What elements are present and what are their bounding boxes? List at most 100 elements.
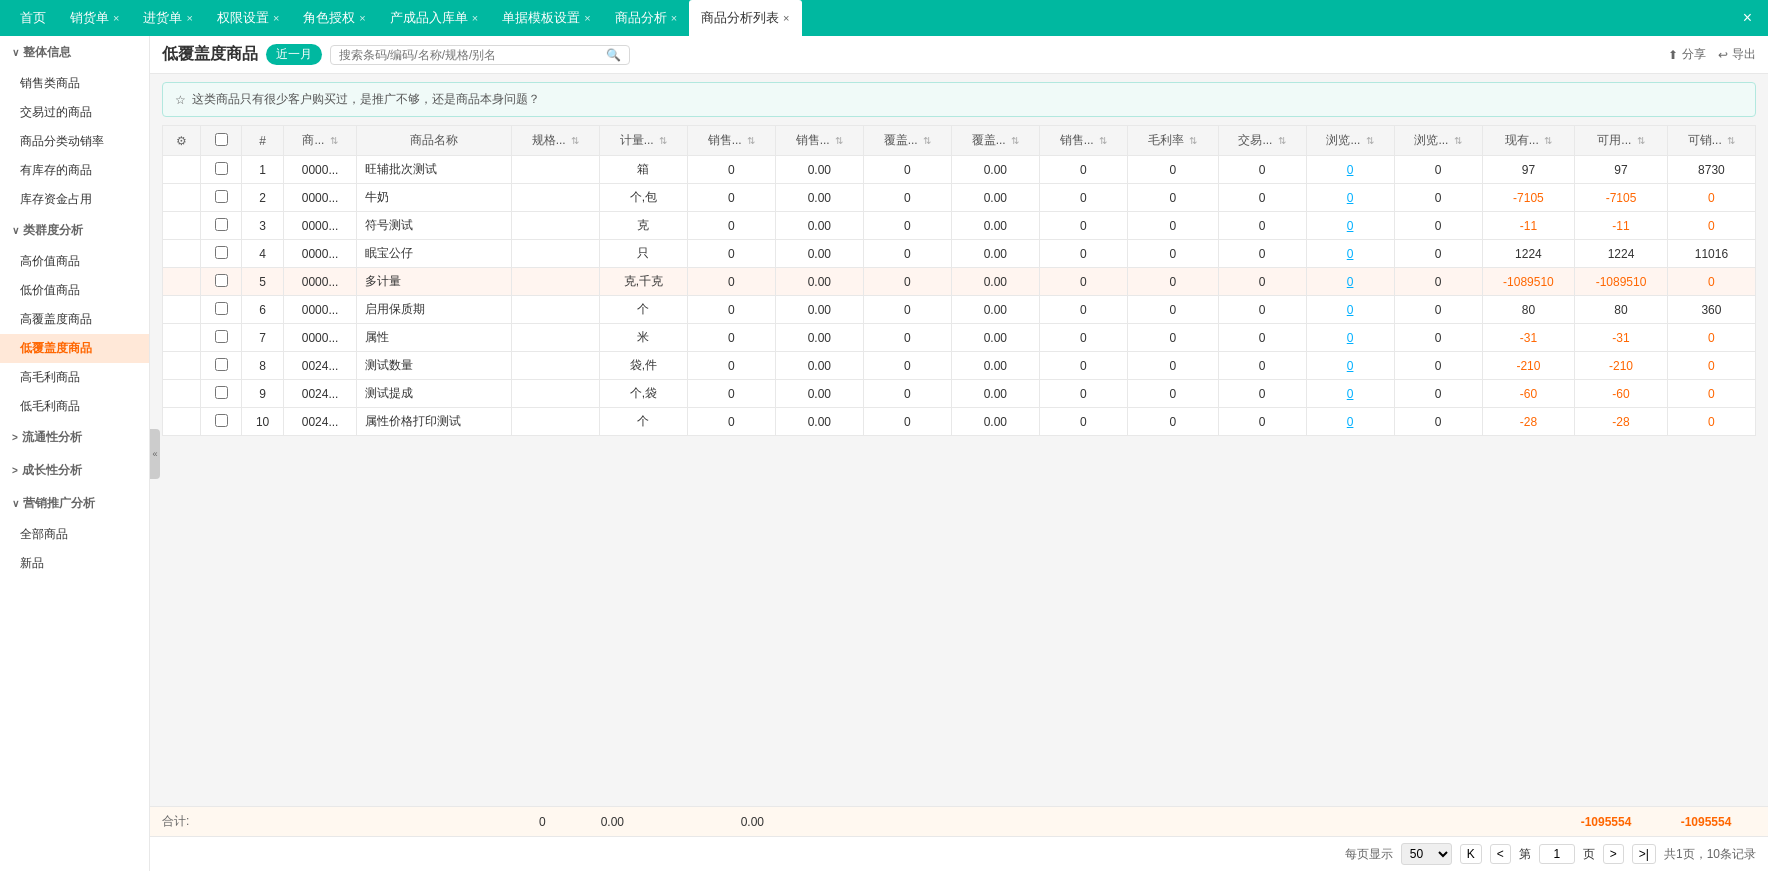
row-checkbox[interactable]	[201, 268, 242, 296]
sidebar-item-high-coverage[interactable]: 高覆盖度商品	[0, 305, 149, 334]
sidebar-item-new-goods[interactable]: 新品	[0, 549, 149, 578]
row-browse1[interactable]: 0	[1306, 408, 1394, 436]
nav-permissions[interactable]: 权限设置 ×	[205, 0, 291, 36]
row-checkbox[interactable]	[201, 156, 242, 184]
row-checkbox[interactable]	[201, 324, 242, 352]
close-tab-icon[interactable]: ×	[113, 0, 119, 36]
table-row[interactable]: 8 0024... 测试数量 袋,件 0 0.00 0 0.00 0 0 0 0…	[163, 352, 1756, 380]
sidebar-section-liquidity[interactable]: > 流通性分析	[0, 421, 149, 454]
row-checkbox[interactable]	[201, 380, 242, 408]
export-button[interactable]: ↩ 导出	[1718, 46, 1756, 63]
col-gear[interactable]: ⚙	[163, 126, 201, 156]
table-row[interactable]: 7 0000... 属性 米 0 0.00 0 0.00 0 0 0 0 0 -…	[163, 324, 1756, 352]
row-browse1[interactable]: 0	[1306, 156, 1394, 184]
sidebar-item-in-stock[interactable]: 有库存的商品	[0, 156, 149, 185]
row-spec	[511, 324, 599, 352]
row-browse1[interactable]: 0	[1306, 240, 1394, 268]
col-name[interactable]: 商品名称	[357, 126, 512, 156]
row-browse1[interactable]: 0	[1306, 212, 1394, 240]
nav-home[interactable]: 首页	[8, 0, 58, 36]
sidebar-item-low-profit[interactable]: 低毛利商品	[0, 392, 149, 421]
sidebar-item-low-coverage[interactable]: 低覆盖度商品	[0, 334, 149, 363]
search-input[interactable]	[339, 48, 602, 62]
nav-analysis-list[interactable]: 商品分析列表 ×	[689, 0, 801, 36]
row-no: 2	[242, 184, 284, 212]
sidebar-section-cluster[interactable]: ∨ 类群度分析	[0, 214, 149, 247]
table-row[interactable]: 9 0024... 测试提成 个,袋 0 0.00 0 0.00 0 0 0 0…	[163, 380, 1756, 408]
close-tab-icon[interactable]: ×	[186, 0, 192, 36]
row-browse1[interactable]: 0	[1306, 380, 1394, 408]
search-icon[interactable]: 🔍	[606, 48, 621, 62]
share-button[interactable]: ⬆ 分享	[1668, 46, 1706, 63]
col-spec[interactable]: 规格... ⇅	[511, 126, 599, 156]
col-sales2[interactable]: 销售... ⇅	[775, 126, 863, 156]
page-input[interactable]	[1539, 844, 1575, 864]
period-button[interactable]: 近一月	[266, 44, 322, 65]
table-row[interactable]: 4 0000... 眠宝公仔 只 0 0.00 0 0.00 0 0 0 0 0…	[163, 240, 1756, 268]
sidebar-item-low-value[interactable]: 低价值商品	[0, 276, 149, 305]
close-tab-icon[interactable]: ×	[783, 0, 789, 36]
nav-warehouse[interactable]: 产成品入库单 ×	[378, 0, 490, 36]
sidebar-item-sales-goods[interactable]: 销售类商品	[0, 69, 149, 98]
col-sellable[interactable]: 可销... ⇅	[1667, 126, 1755, 156]
col-sales3[interactable]: 销售... ⇅	[1039, 126, 1127, 156]
close-tab-icon[interactable]: ×	[472, 0, 478, 36]
next-page-button[interactable]: >	[1603, 844, 1624, 864]
row-checkbox[interactable]	[201, 408, 242, 436]
col-cover2[interactable]: 覆盖... ⇅	[951, 126, 1039, 156]
prev-page-button[interactable]: <	[1490, 844, 1511, 864]
select-all-checkbox[interactable]	[215, 133, 228, 146]
row-browse1[interactable]: 0	[1306, 184, 1394, 212]
row-checkbox[interactable]	[201, 240, 242, 268]
close-tab-icon[interactable]: ×	[584, 0, 590, 36]
row-checkbox[interactable]	[201, 184, 242, 212]
first-page-button[interactable]: K	[1460, 844, 1482, 864]
table-row[interactable]: 6 0000... 启用保质期 个 0 0.00 0 0.00 0 0 0 0 …	[163, 296, 1756, 324]
col-gross[interactable]: 毛利率 ⇅	[1127, 126, 1218, 156]
row-browse1[interactable]: 0	[1306, 352, 1394, 380]
col-unit[interactable]: 计量... ⇅	[599, 126, 687, 156]
col-browse1[interactable]: 浏览... ⇅	[1306, 126, 1394, 156]
close-tab-icon[interactable]: ×	[273, 0, 279, 36]
col-sales1[interactable]: 销售... ⇅	[687, 126, 775, 156]
last-page-button[interactable]: >|	[1632, 844, 1656, 864]
col-available[interactable]: 可用... ⇅	[1575, 126, 1668, 156]
row-checkbox[interactable]	[201, 296, 242, 324]
row-browse1[interactable]: 0	[1306, 296, 1394, 324]
row-browse1[interactable]: 0	[1306, 268, 1394, 296]
col-trans[interactable]: 交易... ⇅	[1218, 126, 1306, 156]
table-row[interactable]: 1 0000... 旺辅批次测试 箱 0 0.00 0 0.00 0 0 0 0…	[163, 156, 1756, 184]
col-browse2[interactable]: 浏览... ⇅	[1394, 126, 1482, 156]
sidebar-section-overall[interactable]: ∨ 整体信息	[0, 36, 149, 69]
collapse-arrow-icon: >	[12, 465, 18, 476]
table-row[interactable]: 5 0000... 多计量 克,千克 0 0.00 0 0.00 0 0 0 0…	[163, 268, 1756, 296]
row-browse1[interactable]: 0	[1306, 324, 1394, 352]
col-cover1[interactable]: 覆盖... ⇅	[863, 126, 951, 156]
nav-purchase[interactable]: 进货单 ×	[131, 0, 204, 36]
table-row[interactable]: 2 0000... 牛奶 个,包 0 0.00 0 0.00 0 0 0 0 0…	[163, 184, 1756, 212]
nav-roles[interactable]: 角色授权 ×	[291, 0, 377, 36]
close-tab-icon[interactable]: ×	[359, 0, 365, 36]
nav-analysis[interactable]: 商品分析 ×	[603, 0, 689, 36]
sidebar-section-marketing[interactable]: ∨ 营销推广分析	[0, 487, 149, 520]
col-check[interactable]	[201, 126, 242, 156]
page-size-select[interactable]: 50 100 200	[1401, 843, 1452, 865]
sidebar-item-high-value[interactable]: 高价值商品	[0, 247, 149, 276]
row-checkbox[interactable]	[201, 352, 242, 380]
sidebar-item-high-profit[interactable]: 高毛利商品	[0, 363, 149, 392]
col-current[interactable]: 现有... ⇅	[1482, 126, 1575, 156]
nav-sales[interactable]: 销货单 ×	[58, 0, 131, 36]
col-code[interactable]: 商... ⇅	[283, 126, 356, 156]
sidebar-section-growth[interactable]: > 成长性分析	[0, 454, 149, 487]
close-tab-icon[interactable]: ×	[671, 0, 677, 36]
window-close-button[interactable]: ×	[1735, 9, 1760, 27]
sidebar-item-inventory-capital[interactable]: 库存资金占用	[0, 185, 149, 214]
nav-template[interactable]: 单据模板设置 ×	[490, 0, 602, 36]
sidebar-item-traded-goods[interactable]: 交易过的商品	[0, 98, 149, 127]
table-row[interactable]: 3 0000... 符号测试 克 0 0.00 0 0.00 0 0 0 0 0…	[163, 212, 1756, 240]
sidebar-item-category-rate[interactable]: 商品分类动销率	[0, 127, 149, 156]
sidebar-item-all-goods[interactable]: 全部商品	[0, 520, 149, 549]
table-row[interactable]: 10 0024... 属性价格打印测试 个 0 0.00 0 0.00 0 0 …	[163, 408, 1756, 436]
sidebar-collapse-button[interactable]: «	[150, 429, 160, 479]
row-checkbox[interactable]	[201, 212, 242, 240]
